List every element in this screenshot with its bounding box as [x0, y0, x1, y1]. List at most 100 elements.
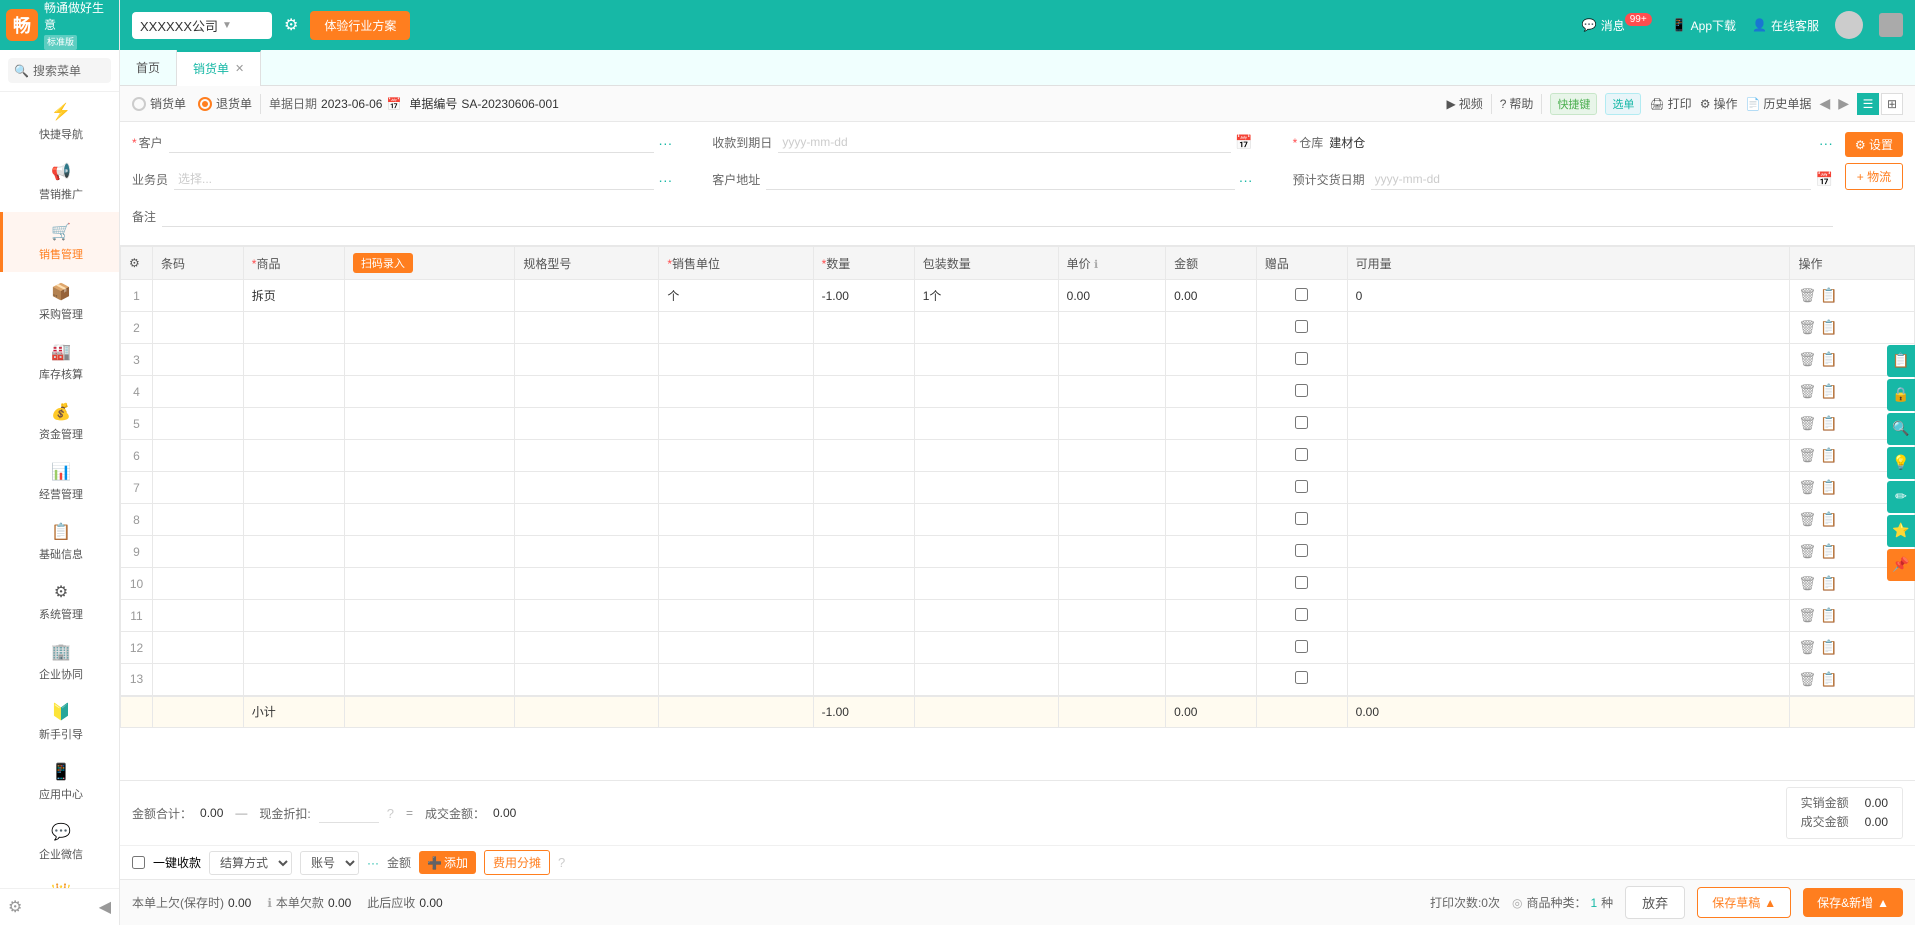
gift-checkbox-13[interactable] — [1295, 671, 1308, 684]
copy-row-1-button[interactable]: 📋 — [1820, 287, 1837, 304]
trial-button[interactable]: 体验行业方案 — [310, 11, 410, 40]
account-select[interactable]: 账号 — [300, 851, 359, 875]
operate-action[interactable]: ⚙ 操作 — [1700, 95, 1738, 112]
col-gear[interactable]: ⚙ — [121, 247, 153, 280]
radio-sale[interactable]: 销货单 — [132, 95, 186, 112]
copy-row-9-button[interactable]: 📋 — [1820, 543, 1837, 560]
gift-checkbox-6[interactable] — [1295, 448, 1308, 461]
select-button[interactable]: 选单 — [1605, 93, 1641, 115]
copy-row-11-button[interactable]: 📋 — [1820, 607, 1837, 624]
delete-row-10-button[interactable]: 🗑 — [1798, 575, 1816, 592]
float-light-button[interactable]: 💡 — [1887, 447, 1915, 479]
copy-row-8-button[interactable]: 📋 — [1820, 511, 1837, 528]
gift-checkbox-8[interactable] — [1295, 512, 1308, 525]
float-edit-button[interactable]: ✏ — [1887, 481, 1915, 513]
shortcut-button[interactable]: 快捷键 — [1550, 93, 1597, 115]
discard-button[interactable]: 放弃 — [1625, 886, 1685, 919]
gift-checkbox-7[interactable] — [1295, 480, 1308, 493]
radio-return[interactable]: 退货单 — [198, 95, 252, 112]
online-service-button[interactable]: 👤 在线客服 — [1752, 17, 1819, 34]
view-list-button[interactable]: ☰ — [1857, 93, 1879, 115]
customer-more-icon[interactable]: ··· — [658, 135, 672, 151]
salesperson-more-icon[interactable]: ··· — [658, 172, 672, 188]
settings-button[interactable]: ⚙ 设置 — [1845, 132, 1903, 157]
sidebar-item-wechat[interactable]: 💬 企业微信 — [0, 812, 119, 872]
sidebar-item-finance[interactable]: 💰 资金管理 — [0, 392, 119, 452]
gift-checkbox-10[interactable] — [1295, 576, 1308, 589]
gift-checkbox-5[interactable] — [1295, 416, 1308, 429]
delete-row-11-button[interactable]: 🗑 — [1798, 607, 1816, 624]
discount-input[interactable] — [319, 804, 379, 823]
sidebar-item-enterprise[interactable]: 🏢 企业协同 — [0, 632, 119, 692]
customer-address-input[interactable] — [766, 169, 1234, 190]
delete-row-9-button[interactable]: 🗑 — [1798, 543, 1816, 560]
sidebar-item-basic-info[interactable]: 📋 基础信息 — [0, 512, 119, 572]
float-pin-button[interactable]: 📌 — [1887, 549, 1915, 581]
payment-date-input[interactable] — [778, 132, 1231, 153]
row-1-product[interactable]: 拆页 — [243, 280, 344, 312]
logistics-button[interactable]: + 物流 — [1845, 163, 1903, 190]
sidebar-item-member[interactable]: 👑 畅会员 — [0, 872, 119, 888]
delete-row-12-button[interactable]: 🗑 — [1798, 639, 1816, 656]
sidebar-item-marketing[interactable]: 📢 营销推广 — [0, 152, 119, 212]
sidebar-item-guide[interactable]: 🔰 新手引导 — [0, 692, 119, 752]
user-avatar-2[interactable] — [1879, 13, 1903, 37]
sidebar-item-sales[interactable]: 🛒 销售管理 — [0, 212, 119, 272]
sidebar-item-operations[interactable]: 📊 经营管理 — [0, 452, 119, 512]
copy-row-3-button[interactable]: 📋 — [1820, 351, 1837, 368]
app-download-button[interactable]: 📱 App下载 — [1672, 17, 1736, 34]
delivery-date-calendar-icon[interactable]: 📅 — [1815, 171, 1832, 188]
payment-date-calendar-icon[interactable]: 📅 — [1235, 134, 1252, 151]
sidebar-collapse-button[interactable]: ◀ — [99, 897, 111, 917]
gift-checkbox-1[interactable] — [1295, 288, 1308, 301]
address-more-icon[interactable]: ··· — [1239, 172, 1253, 188]
settlement-select[interactable]: 结算方式 — [209, 851, 292, 875]
delete-row-13-button[interactable]: 🗑 — [1798, 671, 1816, 688]
delete-row-4-button[interactable]: 🗑 — [1798, 383, 1816, 400]
copy-row-7-button[interactable]: 📋 — [1820, 479, 1837, 496]
gift-checkbox-9[interactable] — [1295, 544, 1308, 557]
delete-row-7-button[interactable]: 🗑 — [1798, 479, 1816, 496]
tab-home[interactable]: 首页 — [120, 50, 177, 86]
search-menu-button[interactable]: 🔍 搜索菜单 — [8, 58, 111, 83]
expense-button[interactable]: 费用分摊 — [484, 850, 550, 875]
account-more-icon[interactable]: ··· — [367, 856, 379, 870]
gift-checkbox-2[interactable] — [1295, 320, 1308, 333]
print-action[interactable]: 🖨 打印 — [1649, 95, 1691, 112]
topbar-settings-button[interactable]: ⚙ — [280, 11, 302, 39]
float-note-button[interactable]: 📋 — [1887, 345, 1915, 377]
delete-row-5-button[interactable]: 🗑 — [1798, 415, 1816, 432]
history-action[interactable]: 📄 历史单据 — [1745, 95, 1811, 112]
delete-row-1-button[interactable]: 🗑 — [1798, 287, 1816, 304]
customer-input[interactable] — [169, 132, 655, 153]
row-1-quantity[interactable]: -1.00 — [813, 280, 914, 312]
nav-next-icon[interactable]: ▶ — [1838, 95, 1849, 112]
video-action[interactable]: ▶ 视频 — [1446, 95, 1482, 112]
float-lock-button[interactable]: 🔒 — [1887, 379, 1915, 411]
save-draft-button[interactable]: 保存草稿 ▲ — [1697, 887, 1791, 918]
gift-checkbox-3[interactable] — [1295, 352, 1308, 365]
sidebar-item-purchase[interactable]: 📦 采购管理 — [0, 272, 119, 332]
delivery-date-input[interactable] — [1371, 169, 1812, 190]
sidebar-item-quick-nav[interactable]: ⚡ 快捷导航 — [0, 92, 119, 152]
copy-row-6-button[interactable]: 📋 — [1820, 447, 1837, 464]
copy-row-5-button[interactable]: 📋 — [1820, 415, 1837, 432]
one-click-payment-checkbox[interactable] — [132, 856, 145, 869]
gift-checkbox-12[interactable] — [1295, 640, 1308, 653]
add-payment-button[interactable]: ➕ 添加 — [419, 851, 476, 874]
gift-checkbox-4[interactable] — [1295, 384, 1308, 397]
warehouse-more-icon[interactable]: ··· — [1819, 135, 1833, 151]
user-avatar[interactable] — [1835, 11, 1863, 39]
help-action[interactable]: ? 帮助 — [1500, 95, 1534, 112]
sidebar-item-app-center[interactable]: 📱 应用中心 — [0, 752, 119, 812]
copy-row-12-button[interactable]: 📋 — [1820, 639, 1837, 656]
copy-row-13-button[interactable]: 📋 — [1820, 671, 1837, 688]
copy-row-2-button[interactable]: 📋 — [1820, 319, 1837, 336]
copy-row-4-button[interactable]: 📋 — [1820, 383, 1837, 400]
salesperson-input[interactable] — [174, 169, 654, 190]
sidebar-settings-button[interactable]: ⚙ — [8, 897, 22, 917]
delete-row-6-button[interactable]: 🗑 — [1798, 447, 1816, 464]
row-1-unit-price[interactable]: 0.00 — [1058, 280, 1165, 312]
view-grid-button[interactable]: ⊞ — [1881, 93, 1903, 115]
message-button[interactable]: 💬 消息 99+ — [1582, 17, 1656, 34]
